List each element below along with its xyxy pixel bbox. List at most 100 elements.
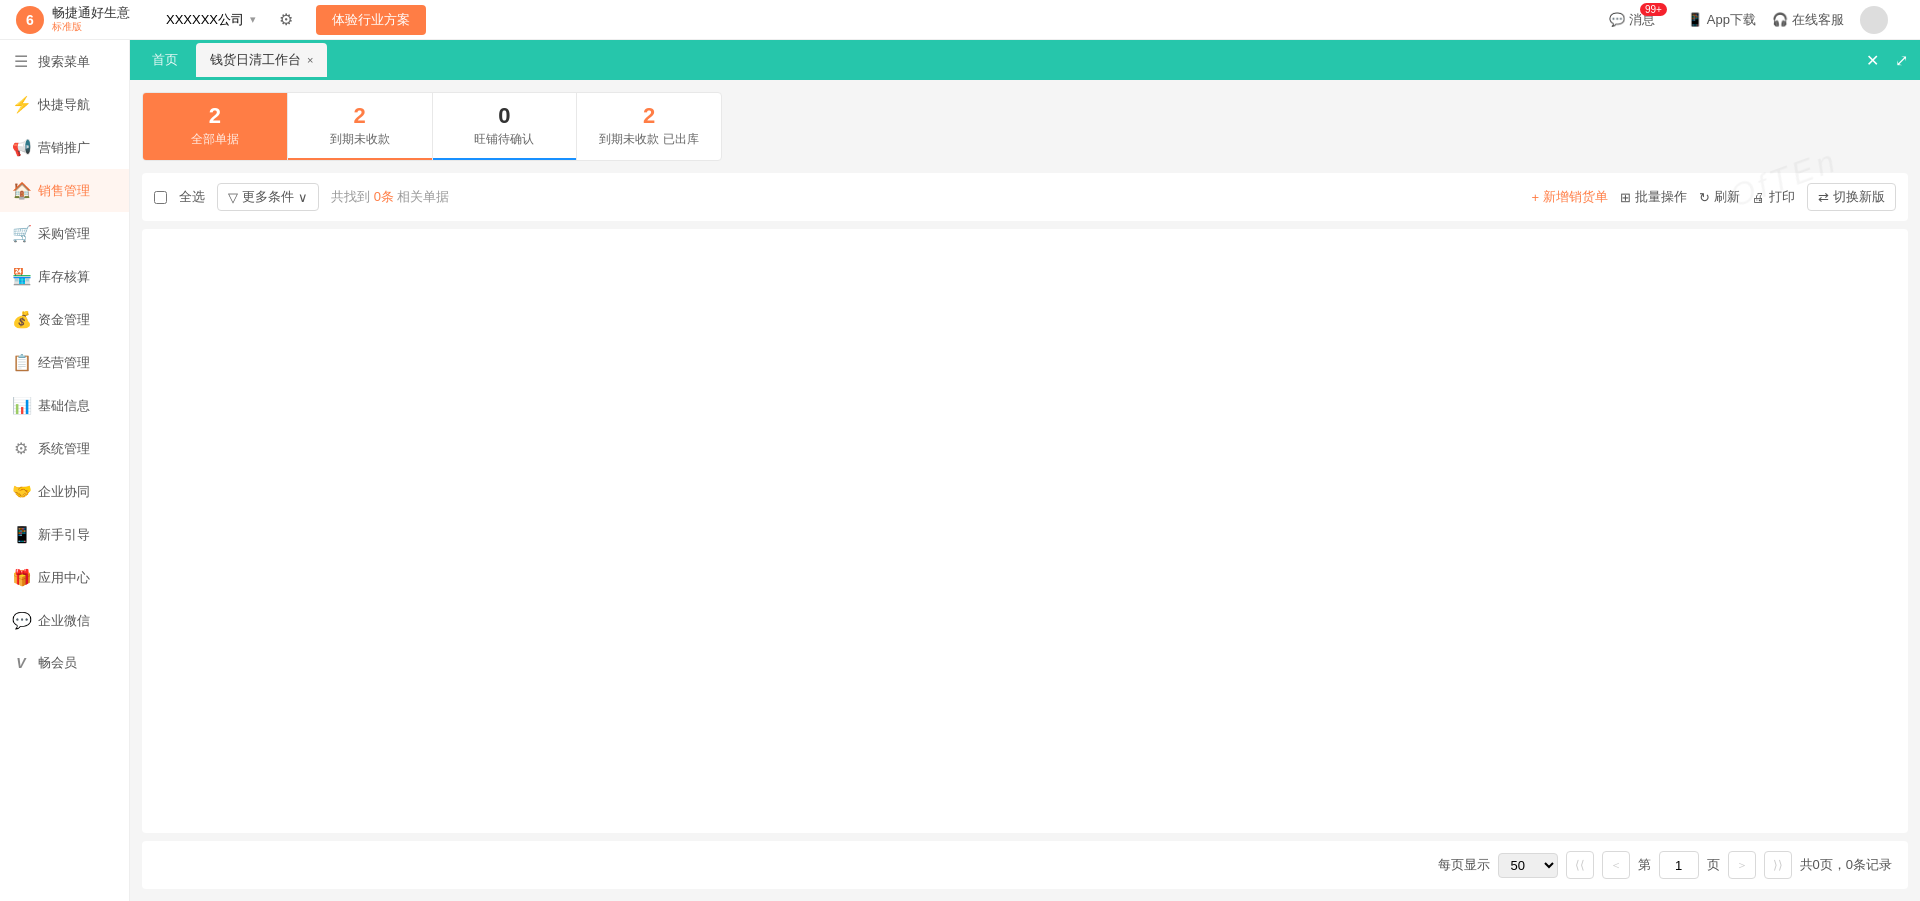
filter-button[interactable]: ▽ 更多条件 ∨ bbox=[217, 183, 319, 211]
toolbar-right: + 新增销货单 ⊞ 批量操作 ↻ 刷新 🖨 打印 bbox=[1531, 183, 1896, 211]
inventory-icon: 🏪 bbox=[12, 267, 30, 286]
settings-button[interactable]: ⚙ bbox=[272, 6, 300, 34]
prev-page-button[interactable]: ＜ bbox=[1602, 851, 1630, 879]
sales-icon: 🏠 bbox=[12, 181, 30, 200]
page-content: 2 全部单据 2 到期未收款 0 旺铺待确认 2 到期未收款 已出库 bbox=[130, 80, 1920, 901]
sidebar-item-cooperation[interactable]: 🤝 企业协同 bbox=[0, 470, 129, 513]
online-service-button[interactable]: 🎧 在线客服 bbox=[1772, 11, 1844, 29]
sidebar-item-label: 资金管理 bbox=[38, 311, 90, 329]
chevron-down-icon: ▾ bbox=[250, 13, 256, 26]
marketing-icon: 📢 bbox=[12, 138, 30, 157]
guide-icon: 📱 bbox=[12, 525, 30, 544]
workbench-tab-label: 钱货日清工作台 bbox=[210, 51, 301, 69]
top-header: 6 畅捷通好生意 标准版 XXXXXX公司 ▾ ⚙ 体验行业方案 💬 消息 99… bbox=[0, 0, 1920, 40]
logo-icon: 6 bbox=[16, 6, 44, 34]
online-service-label: 在线客服 bbox=[1792, 11, 1844, 29]
app-badge: 标准版 bbox=[52, 20, 130, 34]
close-tab-icon[interactable]: × bbox=[307, 54, 313, 66]
sidebar-search-label: 搜索菜单 bbox=[38, 53, 90, 71]
stat-overdue-label: 到期未收款 bbox=[304, 131, 416, 148]
sidebar-item-search[interactable]: ☰ 搜索菜单 bbox=[0, 40, 129, 83]
sidebar-item-label: 采购管理 bbox=[38, 225, 90, 243]
add-icon: + bbox=[1531, 190, 1539, 205]
main-layout: ☰ 搜索菜单 ⚡ 快捷导航 📢 营销推广 🏠 销售管理 🛒 采购管理 🏪 库存核… bbox=[0, 40, 1920, 901]
select-all-checkbox[interactable] bbox=[154, 191, 167, 204]
message-icon: 💬 bbox=[1609, 12, 1625, 27]
sidebar-item-basic-info[interactable]: 📊 基础信息 bbox=[0, 384, 129, 427]
per-page-label: 每页显示 bbox=[1438, 856, 1490, 874]
table-area bbox=[142, 229, 1908, 833]
sidebar-item-inventory[interactable]: 🏪 库存核算 bbox=[0, 255, 129, 298]
sidebar-item-app-center[interactable]: 🎁 应用中心 bbox=[0, 556, 129, 599]
experience-button[interactable]: 体验行业方案 bbox=[316, 5, 426, 35]
home-tab-label: 首页 bbox=[152, 51, 178, 69]
stat-tab-overdue-out[interactable]: 2 到期未收款 已出库 bbox=[577, 93, 721, 160]
finance-icon: 💰 bbox=[12, 310, 30, 329]
page-input[interactable] bbox=[1659, 851, 1699, 879]
first-page-button[interactable]: ⟨⟨ bbox=[1566, 851, 1594, 879]
stat-tab-pending[interactable]: 0 旺铺待确认 bbox=[433, 93, 578, 160]
sidebar-item-label: 快捷导航 bbox=[38, 96, 90, 114]
sidebar-item-label: 库存核算 bbox=[38, 268, 90, 286]
total-info: 共0页，0条记录 bbox=[1800, 856, 1892, 874]
stat-overdue-out-number: 2 bbox=[593, 105, 705, 127]
sidebar-item-label: 经营管理 bbox=[38, 354, 90, 372]
stat-overdue-number: 2 bbox=[304, 105, 416, 127]
company-name: XXXXXX公司 bbox=[166, 11, 244, 29]
sidebar-item-purchase[interactable]: 🛒 采购管理 bbox=[0, 212, 129, 255]
print-icon: 🖨 bbox=[1752, 190, 1765, 205]
per-page-select[interactable]: 50 20 100 200 bbox=[1498, 853, 1558, 878]
filter-icon: ▽ bbox=[228, 190, 238, 205]
stat-pending-number: 0 bbox=[449, 105, 561, 127]
filter-label: 更多条件 bbox=[242, 188, 294, 206]
pagination-bar: 每页显示 50 20 100 200 ⟨⟨ ＜ 第 页 ＞ ⟩⟩ 共0页，0条记… bbox=[142, 841, 1908, 889]
message-button[interactable]: 💬 消息 99+ bbox=[1609, 11, 1655, 29]
system-icon: ⚙ bbox=[12, 439, 30, 458]
sidebar-item-operations[interactable]: 📋 经营管理 bbox=[0, 341, 129, 384]
sidebar-item-label: 系统管理 bbox=[38, 440, 90, 458]
next-page-button[interactable]: ＞ bbox=[1728, 851, 1756, 879]
refresh-label: 刷新 bbox=[1714, 188, 1740, 206]
tab-bar-actions: ✕ ⤢ bbox=[1862, 47, 1912, 74]
avatar[interactable] bbox=[1860, 6, 1888, 34]
last-page-button[interactable]: ⟩⟩ bbox=[1764, 851, 1792, 879]
empty-state bbox=[142, 229, 1908, 833]
sidebar-item-guide[interactable]: 📱 新手引导 bbox=[0, 513, 129, 556]
app-name: 畅捷通好生意 bbox=[52, 5, 130, 21]
stat-tab-all[interactable]: 2 全部单据 bbox=[143, 93, 288, 160]
sidebar-item-sales[interactable]: 🏠 销售管理 bbox=[0, 169, 129, 212]
print-button[interactable]: 🖨 打印 bbox=[1752, 188, 1795, 206]
refresh-button[interactable]: ↻ 刷新 bbox=[1699, 188, 1740, 206]
company-selector[interactable]: XXXXXX公司 ▾ bbox=[166, 11, 256, 29]
sidebar-item-member[interactable]: V 畅会员 bbox=[0, 642, 129, 684]
close-window-icon[interactable]: ✕ bbox=[1862, 47, 1883, 74]
operations-icon: 📋 bbox=[12, 353, 30, 372]
expand-icon[interactable]: ⤢ bbox=[1891, 47, 1912, 74]
sidebar-item-label: 营销推广 bbox=[38, 139, 90, 157]
basic-info-icon: 📊 bbox=[12, 396, 30, 415]
sidebar-item-quick-nav[interactable]: ⚡ 快捷导航 bbox=[0, 83, 129, 126]
stat-tab-overdue[interactable]: 2 到期未收款 bbox=[288, 93, 433, 160]
sidebar-item-finance[interactable]: 💰 资金管理 bbox=[0, 298, 129, 341]
chevron-icon: ∨ bbox=[298, 190, 308, 205]
download-icon: 📱 bbox=[1687, 12, 1703, 27]
sidebar-item-marketing[interactable]: 📢 营销推广 bbox=[0, 126, 129, 169]
sidebar-item-system[interactable]: ⚙ 系统管理 bbox=[0, 427, 129, 470]
found-text: 共找到 0条 相关单据 bbox=[331, 188, 449, 206]
tab-home[interactable]: 首页 bbox=[138, 43, 192, 77]
tab-workbench[interactable]: 钱货日清工作台 × bbox=[196, 43, 327, 77]
message-badge: 99+ bbox=[1640, 3, 1667, 16]
app-download-button[interactable]: 📱 App下载 bbox=[1687, 11, 1756, 29]
add-button[interactable]: + 新增销货单 bbox=[1531, 188, 1608, 206]
sidebar-item-label: 企业微信 bbox=[38, 612, 90, 630]
content-area: 首页 钱货日清工作台 × ✕ ⤢ 2 全部单据 2 到期未收款 bbox=[130, 40, 1920, 901]
print-label: 打印 bbox=[1769, 188, 1795, 206]
wechat-icon: 💬 bbox=[12, 611, 30, 630]
batch-label: 批量操作 bbox=[1635, 188, 1687, 206]
sidebar-item-wechat[interactable]: 💬 企业微信 bbox=[0, 599, 129, 642]
sidebar-item-label: 基础信息 bbox=[38, 397, 90, 415]
logo-area: 6 畅捷通好生意 标准版 bbox=[16, 5, 130, 35]
switch-button[interactable]: ⇄ 切换新版 bbox=[1807, 183, 1896, 211]
batch-button[interactable]: ⊞ 批量操作 bbox=[1620, 188, 1687, 206]
batch-icon: ⊞ bbox=[1620, 190, 1631, 205]
